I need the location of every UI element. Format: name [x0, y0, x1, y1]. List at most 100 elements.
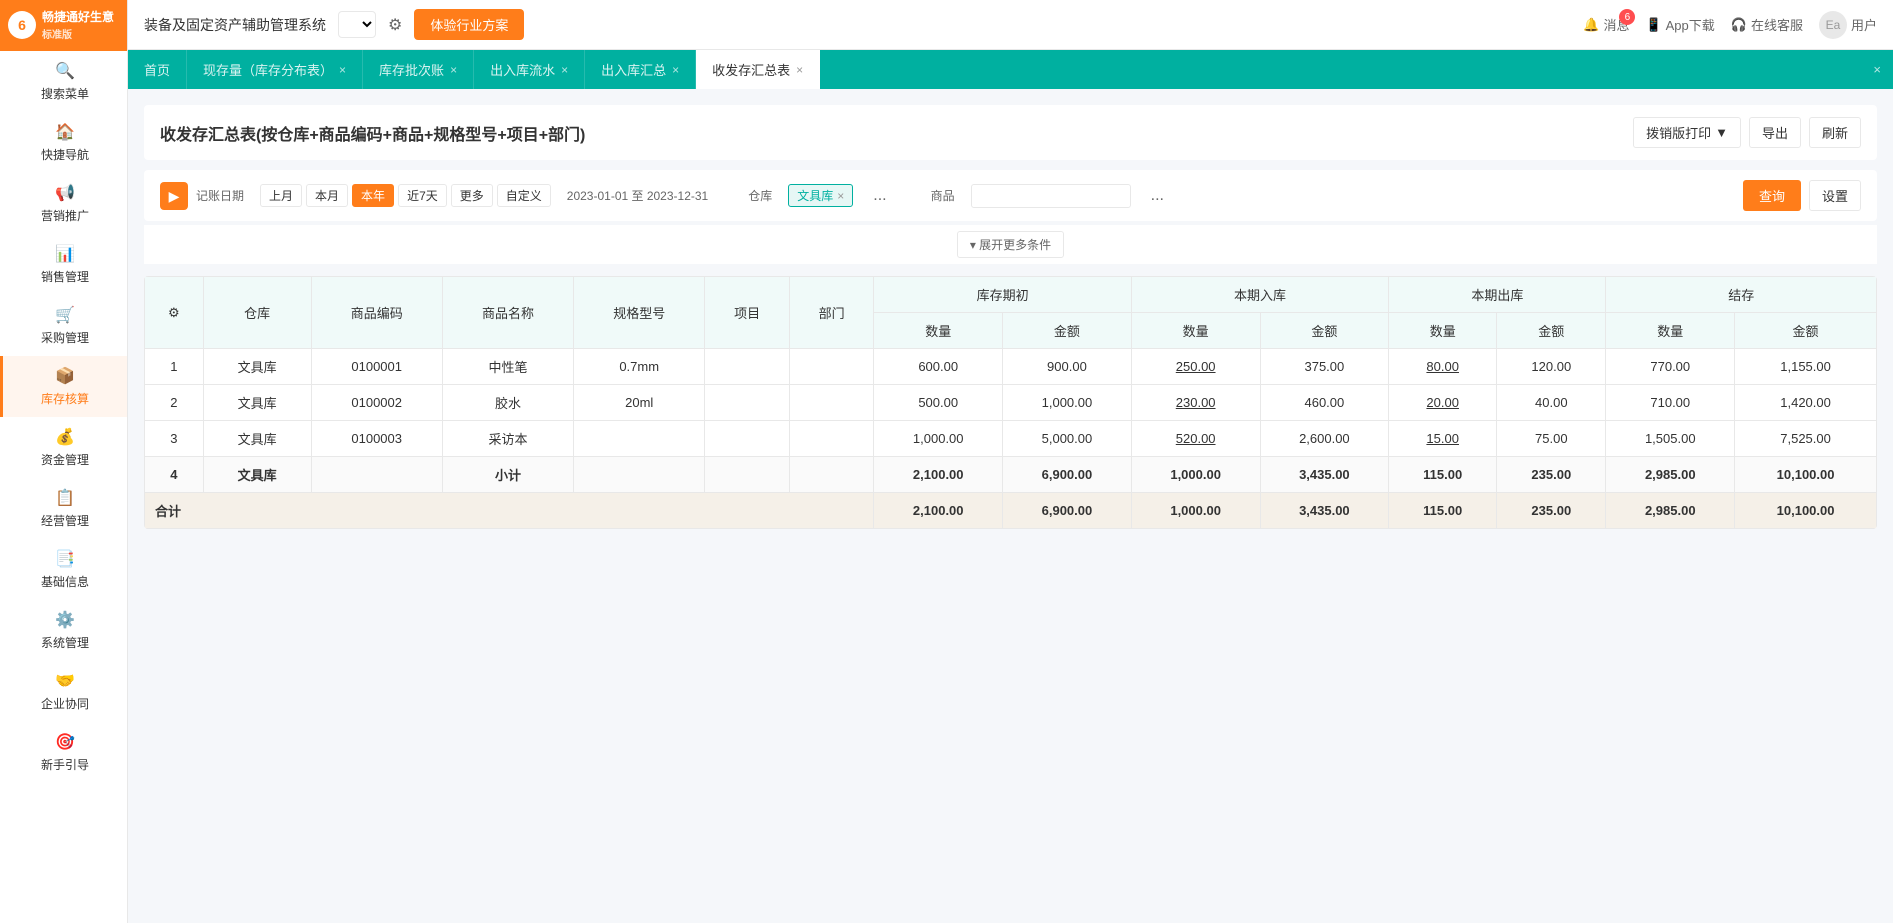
cell-in-qty-link[interactable]: 250.00: [1176, 359, 1216, 374]
goods-input[interactable]: [971, 184, 1131, 208]
footer-in-qty: 1,000.00: [1131, 493, 1260, 529]
date-btn-this-month[interactable]: 本月: [306, 184, 348, 207]
cell-in-qty-link[interactable]: 520.00: [1176, 431, 1216, 446]
messages-item[interactable]: 🔔 消息 6: [1583, 15, 1629, 34]
user-item[interactable]: Ea 用户: [1819, 11, 1877, 39]
tab-receipt-summary[interactable]: 收发存汇总表 ×: [696, 50, 820, 89]
cell-goods-spec: [574, 421, 705, 457]
cell-goods-code: [311, 457, 442, 493]
system-select[interactable]: [338, 11, 376, 38]
sidebar-item-label: 系统管理: [41, 634, 89, 651]
app-download-item[interactable]: 📱 App下载: [1645, 15, 1714, 34]
tab-batch[interactable]: 库存批次账 ×: [363, 50, 474, 89]
date-btn-more[interactable]: 更多: [451, 184, 493, 207]
cell-in-amt: 375.00: [1260, 349, 1389, 385]
page-actions: 拨销版打印 ▼ 导出 刷新: [1633, 117, 1861, 148]
date-btn-last-month[interactable]: 上月: [260, 184, 302, 207]
th-goods-spec: 规格型号: [574, 277, 705, 349]
tab-inout-summary[interactable]: 出入库汇总 ×: [585, 50, 696, 89]
sidebar-item-search[interactable]: 🔍 搜索菜单: [0, 51, 127, 112]
tab-inout-flow[interactable]: 出入库流水 ×: [474, 50, 585, 89]
topbar: 装备及固定资产辅助管理系统 ⚙ 体验行业方案 🔔 消息 6 📱 App下载 🎧 …: [128, 0, 1893, 50]
sidebar-item-purchase[interactable]: 🛒 采购管理: [0, 295, 127, 356]
th-bal-amt: 金额: [1735, 313, 1877, 349]
warehouse-dots-button[interactable]: ...: [869, 185, 890, 207]
cell-out-qty[interactable]: 15.00: [1389, 421, 1497, 457]
refresh-button[interactable]: 刷新: [1809, 117, 1861, 148]
sidebar-item-label: 销售管理: [41, 268, 89, 285]
sidebar-item-label: 基础信息: [41, 573, 89, 590]
tab-close-inventory-dist[interactable]: ×: [339, 63, 346, 77]
sidebar-item-marketing[interactable]: 📢 营销推广: [0, 173, 127, 234]
export-button[interactable]: 导出: [1749, 117, 1801, 148]
sidebar: 6 畅捷通好生意 标准版 🔍 搜索菜单 🏠 快捷导航 📢 营销推广 📊 销售管理…: [0, 0, 128, 923]
cell-bal-qty: 1,505.00: [1606, 421, 1735, 457]
cell-open-qty: 1,000.00: [874, 421, 1003, 457]
cell-in-qty[interactable]: 520.00: [1131, 421, 1260, 457]
cell-open-amt: 5,000.00: [1003, 421, 1132, 457]
tabbar-close-btn[interactable]: ×: [1861, 52, 1893, 87]
expand-more-button[interactable]: ▾ 展开更多条件: [957, 231, 1064, 258]
online-service-item[interactable]: 🎧 在线客服: [1731, 15, 1803, 34]
th-gear[interactable]: ⚙: [145, 277, 204, 349]
sidebar-item-collab[interactable]: 🤝 企业协同: [0, 661, 127, 722]
sidebar-item-basicinfo[interactable]: 📑 基础信息: [0, 539, 127, 600]
cell-out-qty[interactable]: 80.00: [1389, 349, 1497, 385]
tab-close-receipt-summary[interactable]: ×: [796, 63, 803, 77]
cell-in-qty[interactable]: 230.00: [1131, 385, 1260, 421]
cell-project: [705, 457, 790, 493]
sidebar-item-quicknav[interactable]: 🏠 快捷导航: [0, 112, 127, 173]
sidebar-item-finance[interactable]: 💰 资金管理: [0, 417, 127, 478]
cell-open-amt: 1,000.00: [1003, 385, 1132, 421]
footer-row: 合计 2,100.00 6,900.00 1,000.00 3,435.00 1…: [145, 493, 1877, 529]
th-out-qty: 数量: [1389, 313, 1497, 349]
cell-num: 3: [145, 421, 204, 457]
tab-close-inout-summary[interactable]: ×: [672, 63, 679, 77]
th-group-in: 本期入库: [1131, 277, 1388, 313]
date-btn-this-year[interactable]: 本年: [352, 184, 394, 207]
cell-out-qty-link[interactable]: 80.00: [1426, 359, 1459, 374]
sidebar-item-label: 搜索菜单: [41, 85, 89, 102]
footer-bal-qty: 2,985.00: [1606, 493, 1735, 529]
inventory-icon: 📦: [55, 366, 75, 386]
sidebar-item-operations[interactable]: 📋 经营管理: [0, 478, 127, 539]
cell-out-qty-link[interactable]: 20.00: [1426, 395, 1459, 410]
date-btn-7days[interactable]: 近7天: [398, 184, 447, 207]
page-title: 收发存汇总表(按仓库+商品编码+商品+规格型号+项目+部门): [160, 121, 585, 145]
sidebar-item-guide[interactable]: 🎯 新手引导: [0, 722, 127, 783]
cell-out-qty[interactable]: 20.00: [1389, 385, 1497, 421]
th-goods-name: 商品名称: [442, 277, 573, 349]
print-button[interactable]: 拨销版打印 ▼: [1633, 117, 1741, 148]
sidebar-item-inventory[interactable]: 📦 库存核算: [0, 356, 127, 417]
cell-in-qty-link[interactable]: 230.00: [1176, 395, 1216, 410]
table-settings-button[interactable]: 设置: [1809, 180, 1861, 211]
goods-dots-button[interactable]: ...: [1147, 185, 1168, 207]
warehouse-tag-close[interactable]: ×: [837, 189, 844, 203]
cell-department: [789, 457, 874, 493]
settings-icon[interactable]: ⚙: [388, 15, 402, 35]
cell-in-qty[interactable]: 250.00: [1131, 349, 1260, 385]
th-project: 项目: [705, 277, 790, 349]
cell-goods-code: 0100002: [311, 385, 442, 421]
date-btn-custom[interactable]: 自定义: [497, 184, 551, 207]
sidebar-item-label: 资金管理: [41, 451, 89, 468]
sidebar-item-label: 快捷导航: [41, 146, 89, 163]
footer-in-amt: 3,435.00: [1260, 493, 1389, 529]
sidebar-item-sales[interactable]: 📊 销售管理: [0, 234, 127, 295]
query-button[interactable]: 查询: [1743, 180, 1801, 211]
date-range: 2023-01-01 至 2023-12-31: [567, 187, 708, 204]
home-icon: 🏠: [55, 122, 75, 142]
sidebar-item-system[interactable]: ⚙️ 系统管理: [0, 600, 127, 661]
cell-out-qty-link[interactable]: 15.00: [1426, 431, 1459, 446]
tab-close-batch[interactable]: ×: [450, 63, 457, 77]
tab-home[interactable]: 首页: [128, 50, 187, 89]
table-row: 2文具库0100002胶水20ml500.001,000.00230.00460…: [145, 385, 1877, 421]
th-bal-qty: 数量: [1606, 313, 1735, 349]
print-dropdown-icon: ▼: [1715, 125, 1728, 140]
sidebar-item-label: 新手引导: [41, 756, 89, 773]
filter-collapse-button[interactable]: ▶: [160, 182, 188, 210]
tab-close-inout-flow[interactable]: ×: [561, 63, 568, 77]
th-in-qty: 数量: [1131, 313, 1260, 349]
trial-button[interactable]: 体验行业方案: [414, 9, 524, 40]
tab-inventory-dist[interactable]: 现存量（库存分布表） ×: [187, 50, 363, 89]
